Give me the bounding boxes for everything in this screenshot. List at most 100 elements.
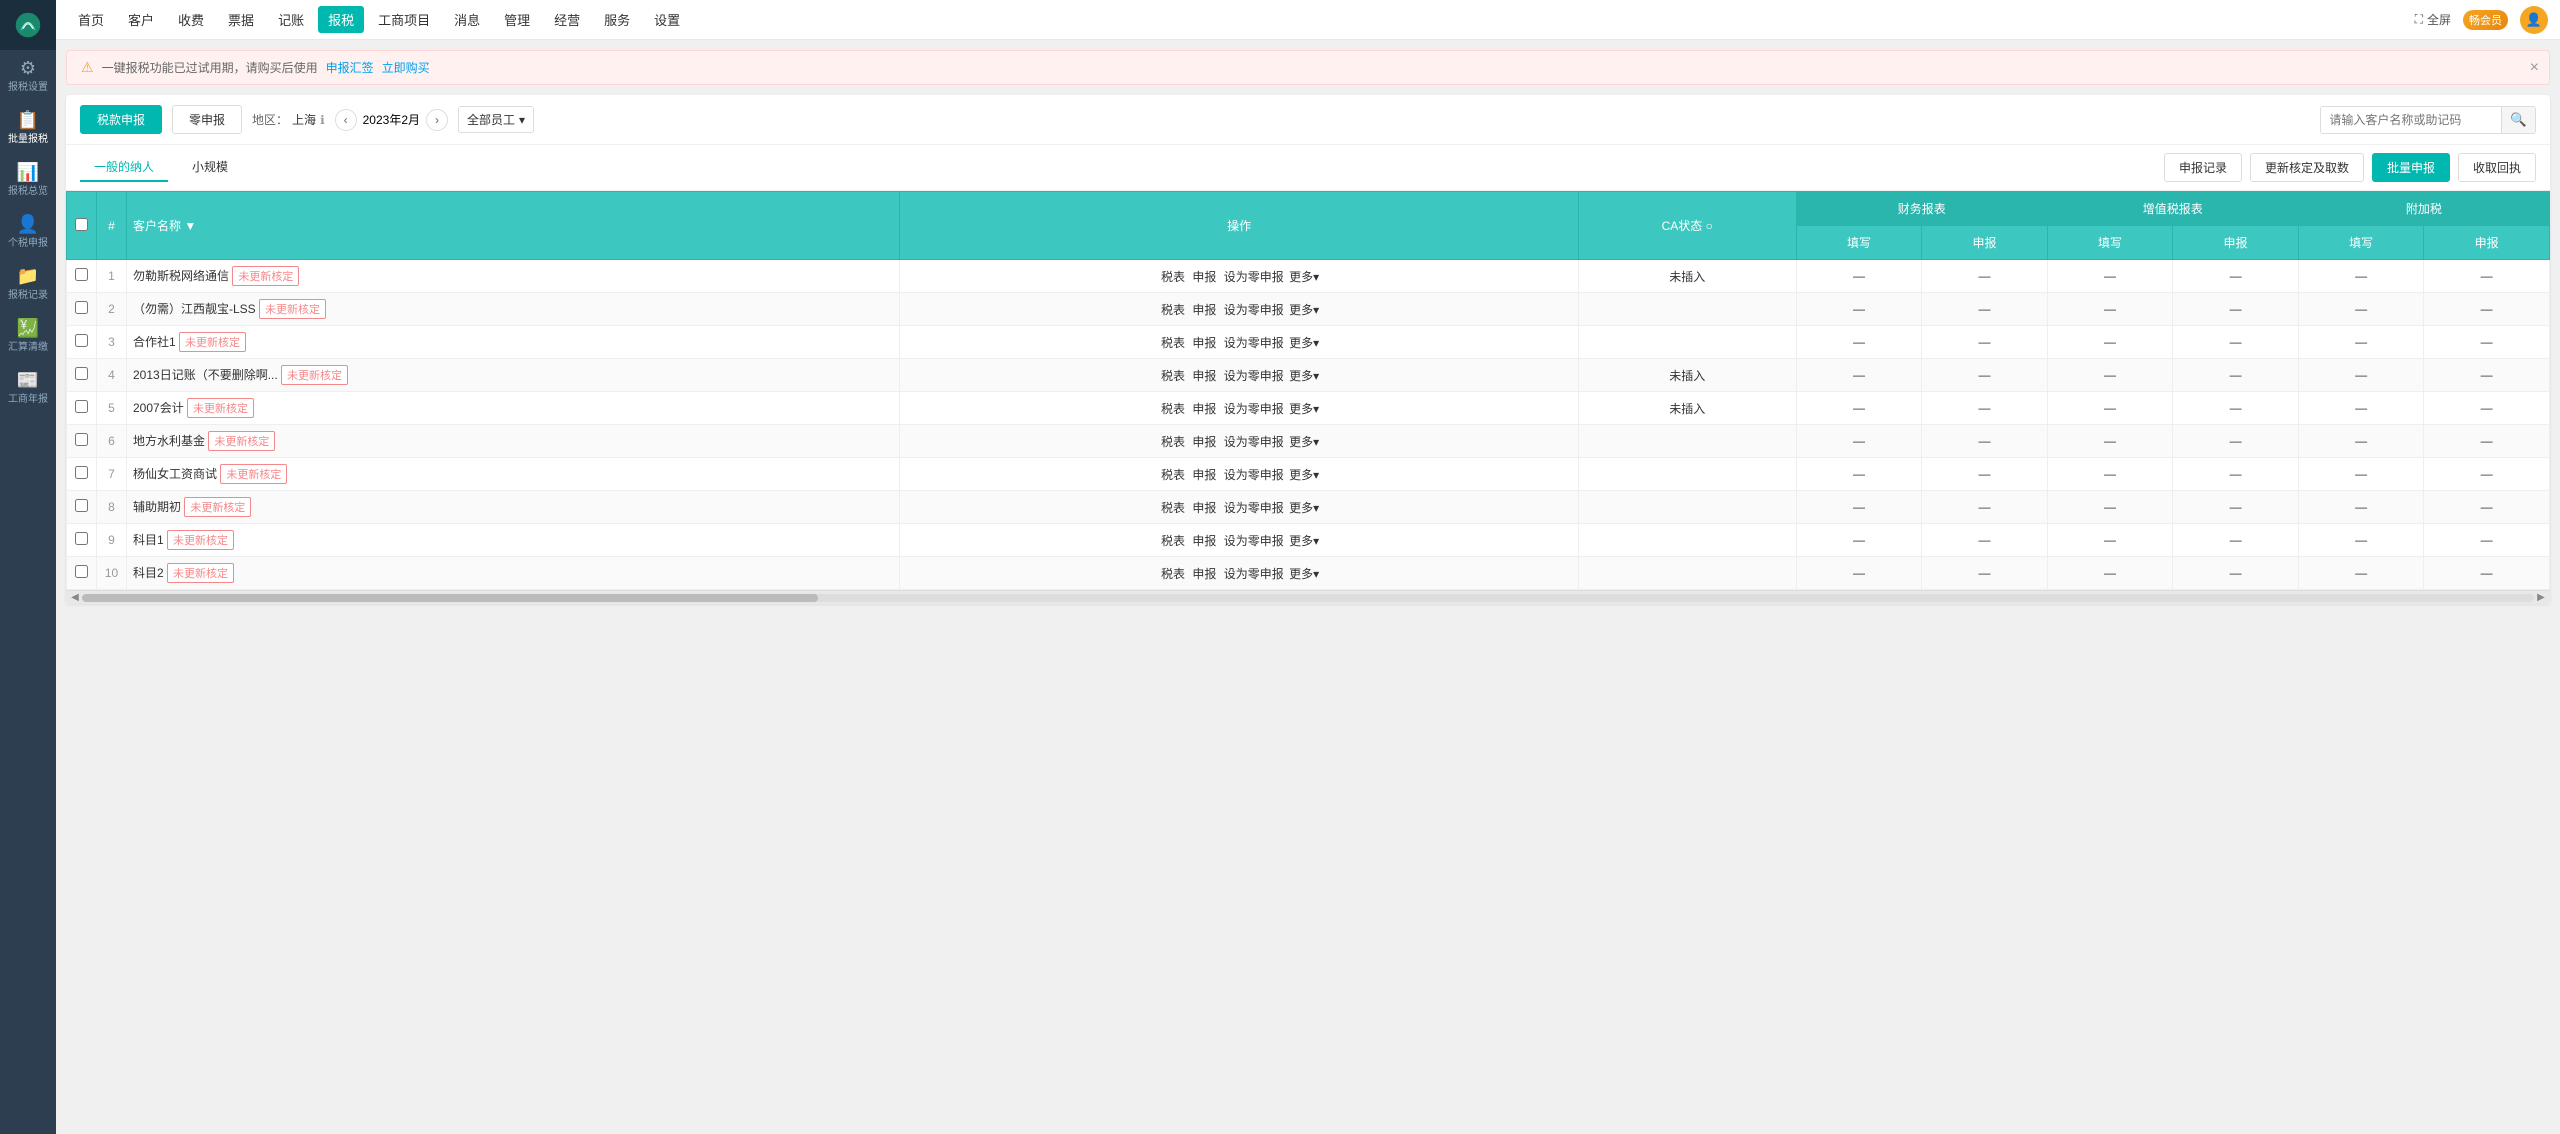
action-tax-table[interactable]: 税表	[1161, 270, 1185, 284]
row-col-1: —	[1922, 557, 2048, 590]
period-prev-btn[interactable]: ‹	[335, 109, 357, 131]
sidebar-item-tax-records[interactable]: 📁 报税记录	[0, 258, 56, 310]
action-declare[interactable]: 申报	[1192, 270, 1216, 284]
sub-toolbar: 一般的纳人 小规模 申报记录 更新核定及取数 批量申报 收取回执	[66, 145, 2550, 191]
action-declare[interactable]: 申报	[1192, 468, 1216, 482]
row-col-0: —	[1796, 359, 1922, 392]
action-set-zero[interactable]: 设为零申报	[1224, 435, 1284, 449]
action-more[interactable]: 更多▾	[1289, 435, 1319, 449]
scroll-track[interactable]	[82, 594, 2534, 602]
action-declare[interactable]: 申报	[1192, 336, 1216, 350]
action-set-zero[interactable]: 设为零申报	[1224, 468, 1284, 482]
nav-service[interactable]: 服务	[594, 6, 640, 33]
nav-settings[interactable]: 设置	[644, 6, 690, 33]
action-declare[interactable]: 申报	[1192, 501, 1216, 515]
scroll-right-btn[interactable]: ▶	[2534, 591, 2548, 605]
row-checkbox[interactable]	[75, 367, 88, 380]
nav-accounting[interactable]: 记账	[268, 6, 314, 33]
action-more[interactable]: 更多▾	[1289, 468, 1319, 482]
action-tax-table[interactable]: 税表	[1161, 468, 1185, 482]
scroll-thumb[interactable]	[82, 594, 818, 602]
action-more[interactable]: 更多▾	[1289, 501, 1319, 515]
sidebar-item-tax-settings[interactable]: ⚙ 报税设置	[0, 50, 56, 102]
nav-message[interactable]: 消息	[444, 6, 490, 33]
sidebar-item-batch-tax[interactable]: 📋 批量报税	[0, 102, 56, 154]
action-declare[interactable]: 申报	[1192, 567, 1216, 581]
action-more[interactable]: 更多▾	[1289, 402, 1319, 416]
row-checkbox[interactable]	[75, 268, 88, 281]
action-declare[interactable]: 申报	[1192, 369, 1216, 383]
action-declare[interactable]: 申报	[1192, 534, 1216, 548]
nav-tax[interactable]: 报税	[318, 6, 364, 33]
sidebar-item-personal-tax[interactable]: 👤 个税申报	[0, 206, 56, 258]
action-set-zero[interactable]: 设为零申报	[1224, 270, 1284, 284]
action-tax-table[interactable]: 税表	[1161, 567, 1185, 581]
search-button[interactable]: 🔍	[2501, 107, 2535, 133]
app-logo[interactable]	[0, 0, 56, 50]
action-more[interactable]: 更多▾	[1289, 534, 1319, 548]
action-tax-table[interactable]: 税表	[1161, 303, 1185, 317]
notice-link-summary[interactable]: 申报汇签	[326, 59, 374, 76]
action-tax-table[interactable]: 税表	[1161, 336, 1185, 350]
scroll-left-btn[interactable]: ◀	[68, 591, 82, 605]
sidebar-item-accounting[interactable]: 💹 汇算清缴	[0, 310, 56, 362]
select-all-checkbox[interactable]	[75, 218, 88, 231]
action-declare[interactable]: 申报	[1192, 435, 1216, 449]
notice-link-buy[interactable]: 立即购买	[382, 59, 430, 76]
action-declare[interactable]: 申报	[1192, 402, 1216, 416]
row-checkbox[interactable]	[75, 466, 88, 479]
action-declare[interactable]: 申报	[1192, 303, 1216, 317]
action-tax-table[interactable]: 税表	[1161, 369, 1185, 383]
action-tax-table[interactable]: 税表	[1161, 501, 1185, 515]
row-checkbox[interactable]	[75, 400, 88, 413]
declaration-records-btn[interactable]: 申报记录	[2164, 153, 2242, 182]
type-tab-general[interactable]: 一般的纳人	[80, 153, 168, 182]
batch-declaration-btn[interactable]: 批量申报	[2372, 153, 2450, 182]
action-tax-table[interactable]: 税表	[1161, 435, 1185, 449]
sidebar-item-annual-report[interactable]: 📰 工商年报	[0, 362, 56, 414]
row-checkbox[interactable]	[75, 499, 88, 512]
action-tax-table[interactable]: 税表	[1161, 534, 1185, 548]
row-checkbox[interactable]	[75, 301, 88, 314]
action-tax-table[interactable]: 税表	[1161, 402, 1185, 416]
period-next-btn[interactable]: ›	[426, 109, 448, 131]
nav-invoice[interactable]: 票据	[218, 6, 264, 33]
update-quota-btn[interactable]: 更新核定及取数	[2250, 153, 2364, 182]
action-set-zero[interactable]: 设为零申报	[1224, 369, 1284, 383]
notice-close-btn[interactable]: ×	[2530, 60, 2539, 76]
nav-manage[interactable]: 管理	[494, 6, 540, 33]
action-more[interactable]: 更多▾	[1289, 567, 1319, 581]
action-set-zero[interactable]: 设为零申报	[1224, 534, 1284, 548]
action-set-zero[interactable]: 设为零申报	[1224, 336, 1284, 350]
sidebar-item-tax-overview[interactable]: 📊 报税总览	[0, 154, 56, 206]
nav-home[interactable]: 首页	[68, 6, 114, 33]
search-input[interactable]	[2321, 108, 2501, 132]
collect-receipt-btn[interactable]: 收取回执	[2458, 153, 2536, 182]
tab-zero-declaration[interactable]: 零申报	[172, 105, 242, 134]
type-tab-small[interactable]: 小规模	[178, 153, 242, 182]
vip-badge[interactable]: 畅会员	[2463, 10, 2508, 30]
user-avatar[interactable]: 👤	[2520, 6, 2548, 34]
row-checkbox[interactable]	[75, 532, 88, 545]
action-set-zero[interactable]: 设为零申报	[1224, 402, 1284, 416]
row-checkbox[interactable]	[75, 433, 88, 446]
row-checkbox[interactable]	[75, 334, 88, 347]
row-checkbox[interactable]	[75, 565, 88, 578]
fullscreen-btn[interactable]: ⛶ 全屏	[2415, 11, 2451, 28]
nav-operation[interactable]: 经营	[544, 6, 590, 33]
region-value[interactable]: 上海	[292, 111, 316, 128]
nav-fee[interactable]: 收费	[168, 6, 214, 33]
action-set-zero[interactable]: 设为零申报	[1224, 501, 1284, 515]
th-surcharge-tax: 附加税	[2298, 192, 2549, 226]
dept-selector[interactable]: 全部员工 ▾	[458, 106, 534, 133]
action-more[interactable]: 更多▾	[1289, 270, 1319, 284]
action-set-zero[interactable]: 设为零申报	[1224, 567, 1284, 581]
nav-commerce[interactable]: 工商项目	[368, 6, 440, 33]
action-more[interactable]: 更多▾	[1289, 303, 1319, 317]
nav-client[interactable]: 客户	[118, 6, 164, 33]
action-set-zero[interactable]: 设为零申报	[1224, 303, 1284, 317]
action-more[interactable]: 更多▾	[1289, 336, 1319, 350]
info-icon[interactable]: ℹ	[320, 113, 325, 127]
tab-tax-declaration[interactable]: 税款申报	[80, 105, 162, 134]
action-more[interactable]: 更多▾	[1289, 369, 1319, 383]
